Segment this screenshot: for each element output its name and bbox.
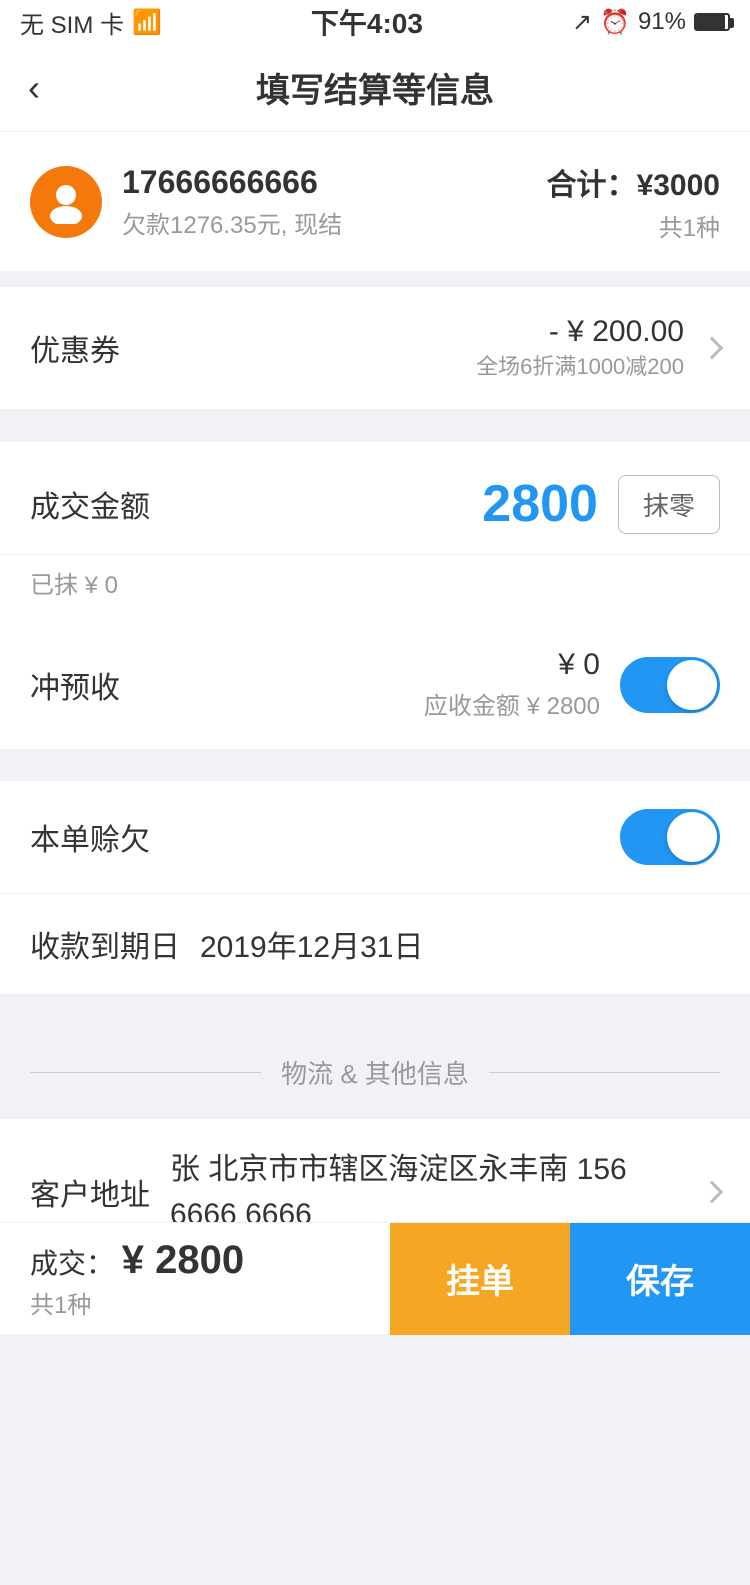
- status-time: 下午4:03: [311, 2, 423, 42]
- save-button[interactable]: 保存: [570, 1223, 750, 1335]
- content: 17666666666 欠款1276.35元, 现结 合计：¥3000 共1种 …: [0, 132, 750, 1585]
- advance-sub: 应收金额 ¥ 2800: [424, 686, 600, 721]
- chevron-right-icon: [701, 337, 724, 360]
- logistics-divider: 物流 & 其他信息: [0, 1026, 750, 1119]
- battery-label: 91%: [638, 8, 686, 36]
- customer-card: 17666666666 欠款1276.35元, 现结 合计：¥3000 共1种: [0, 132, 750, 271]
- coupon-row[interactable]: 优惠券 - ¥ 200.00 全场6折满1000减200: [0, 287, 750, 410]
- advance-toggle[interactable]: [620, 657, 720, 713]
- deal-amount-value: 2800: [482, 474, 598, 534]
- battery-icon: [694, 13, 730, 31]
- address-chevron-icon: [701, 1181, 724, 1204]
- customer-total: 合计：¥3000 共1种: [547, 160, 720, 243]
- coupon-detail: 全场6折满1000减200: [476, 349, 684, 381]
- due-date-row: 收款到期日 2019年12月31日: [0, 893, 750, 994]
- logistics-line-right: [489, 1072, 720, 1073]
- logistics-line-left: [30, 1072, 261, 1073]
- coupon-right: - ¥ 200.00 全场6折满1000减200: [476, 315, 720, 381]
- coupon-discount: - ¥ 200.00: [476, 315, 684, 349]
- customer-info: 17666666666 欠款1276.35元, 现结: [122, 164, 547, 240]
- due-date-label: 收款到期日: [30, 922, 180, 966]
- toggle-knob: [667, 660, 717, 710]
- separator-2: [0, 765, 750, 781]
- separator-3: [0, 1010, 750, 1026]
- nav-bar: ‹ 填写结算等信息: [0, 44, 750, 132]
- due-date-value: 2019年12月31日: [200, 922, 423, 966]
- alarm-icon: ⏰: [600, 8, 630, 37]
- wifi-icon: 📶: [132, 8, 162, 37]
- advance-amount: ¥ 0: [424, 648, 600, 682]
- deal-amount-section: 成交金额 2800 抹零 已抹 ¥ 0 冲预收 ¥ 0 应收金额 ¥ 2800: [0, 442, 750, 749]
- debit-row: 本单赊欠: [0, 781, 750, 893]
- bottom-deal-row: 成交： ¥ 2800: [30, 1238, 360, 1283]
- back-button[interactable]: ‹: [28, 67, 40, 109]
- customer-note: 欠款1276.35元, 现结: [122, 205, 547, 240]
- debit-label: 本单赊欠: [30, 815, 150, 859]
- total-count: 共1种: [547, 208, 720, 243]
- debit-toggle-knob: [667, 812, 717, 862]
- total-label: 合计：: [547, 169, 637, 202]
- avatar: [30, 166, 102, 238]
- status-right: ↗ ⏰ 91%: [572, 8, 730, 37]
- bottom-deal-amount: ¥ 2800: [122, 1238, 244, 1282]
- deal-amount-label: 成交金额: [30, 482, 150, 526]
- total-value: ¥3000: [637, 169, 720, 202]
- status-bar: 无 SIM 卡 📶 下午4:03 ↗ ⏰ 91%: [0, 0, 750, 44]
- bottom-deal-prefix: 成交：: [30, 1248, 114, 1279]
- debit-toggle[interactable]: [620, 809, 720, 865]
- advance-label: 冲预收: [30, 663, 120, 707]
- debit-section: 本单赊欠 收款到期日 2019年12月31日: [0, 781, 750, 994]
- deal-amount-row: 成交金额 2800 抹零: [0, 442, 750, 555]
- bottom-bar: 成交： ¥ 2800 共1种 挂单 保存: [0, 1222, 750, 1334]
- status-left: 无 SIM 卡 📶: [20, 5, 162, 40]
- coupon-label: 优惠券: [30, 326, 120, 370]
- advance-right: ¥ 0 应收金额 ¥ 2800: [424, 648, 720, 721]
- deal-right: 2800 抹零: [482, 474, 720, 534]
- sim-label: 无 SIM 卡: [20, 5, 124, 40]
- location-icon: ↗: [572, 8, 592, 37]
- round-zero-button[interactable]: 抹零: [618, 475, 720, 534]
- separator-1: [0, 426, 750, 442]
- logistics-label: 物流 & 其他信息: [281, 1054, 469, 1091]
- bottom-summary: 成交： ¥ 2800 共1种: [0, 1238, 390, 1320]
- suspend-button[interactable]: 挂单: [390, 1223, 570, 1335]
- page-title: 填写结算等信息: [256, 63, 494, 112]
- address-label: 客户地址: [30, 1170, 150, 1214]
- bottom-count: 共1种: [30, 1285, 360, 1320]
- total-amount: 合计：¥3000: [547, 160, 720, 204]
- customer-phone: 17666666666: [122, 164, 547, 201]
- deal-sub-text: 已抹 ¥ 0: [0, 555, 750, 620]
- advance-row: 冲预收 ¥ 0 应收金额 ¥ 2800: [0, 620, 750, 749]
- advance-values: ¥ 0 应收金额 ¥ 2800: [424, 648, 600, 721]
